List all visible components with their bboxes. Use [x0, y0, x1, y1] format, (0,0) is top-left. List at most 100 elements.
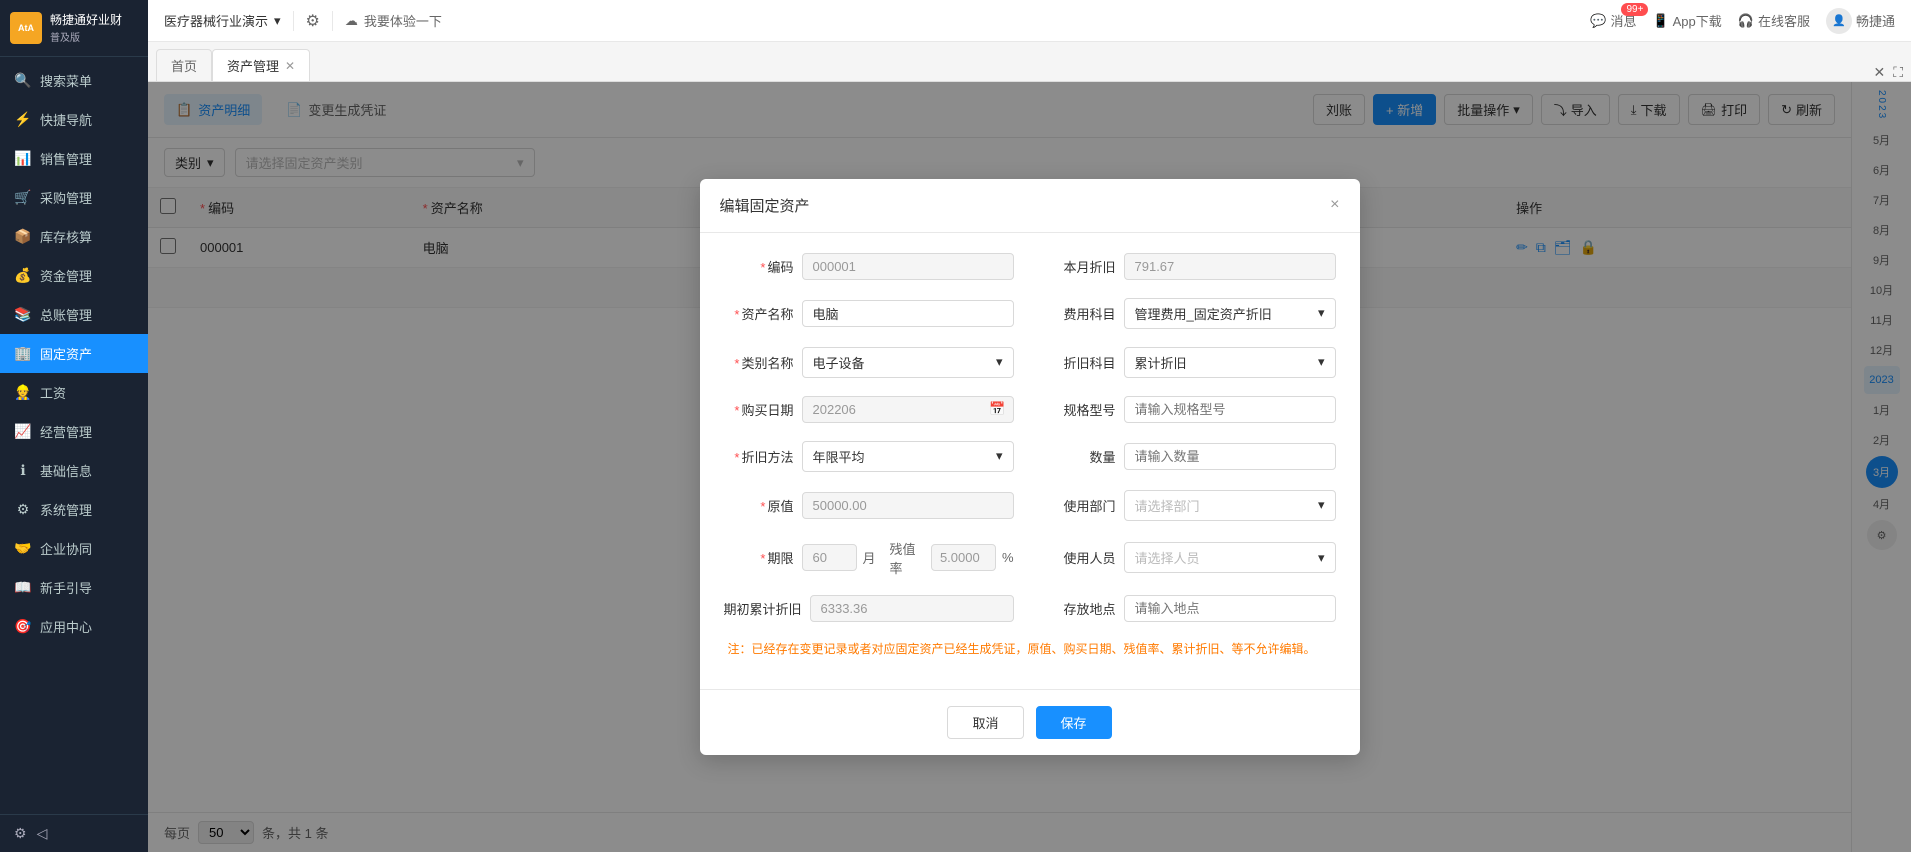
sidebar-item-quicknav[interactable]: ⚡ 快捷导航: [0, 100, 148, 139]
form-item-quantity: 数量: [1046, 441, 1336, 472]
sidebar-item-purchase[interactable]: 🛒 采购管理: [0, 178, 148, 217]
sidebar-nav: 🔍 搜索菜单 ⚡ 快捷导航 📊 销售管理 🛒 采购管理 📦 库存核算 💰 资金管…: [0, 57, 148, 814]
modal-header: 编辑固定资产 ×: [700, 179, 1360, 233]
book-icon: 📚: [14, 306, 32, 324]
chart-icon: 📊: [14, 150, 32, 168]
page-content: 📋 资产明细 📄 变更生成凭证 刘账 + 新增: [148, 82, 1911, 852]
sidebar-item-search[interactable]: 🔍 搜索菜单: [0, 61, 148, 100]
monthly-dep-input: [1124, 253, 1336, 280]
user-label: 使用人员: [1046, 548, 1116, 567]
dep-method-select[interactable]: 年限平均 ▾: [802, 441, 1014, 472]
tabbar-right: ✕ ⛶: [1865, 64, 1911, 81]
form-row-4: *购买日期 📅 规格型号: [724, 396, 1336, 423]
sidebar-item-label: 快捷导航: [40, 110, 92, 129]
modal-note: 注：已经存在变更记录或者对应固定资产已经生成凭证，原值、购买日期、残值率、累计折…: [724, 640, 1336, 669]
asset-name-input[interactable]: [802, 300, 1014, 327]
customer-service-btn[interactable]: 🎧 在线客服: [1738, 11, 1810, 30]
settings-bottom-icon[interactable]: ⚙: [14, 825, 27, 842]
app-download-btn[interactable]: 📱 App下载: [1652, 11, 1721, 30]
cart-icon: 🛒: [14, 189, 32, 207]
user-profile-btn[interactable]: 👤 畅捷通: [1826, 8, 1895, 34]
sidebar-item-label: 基础信息: [40, 461, 92, 480]
form-item-asset-name: *资产名称: [724, 298, 1014, 329]
category-select[interactable]: 电子设备 ▾: [802, 347, 1014, 378]
tab-asset-management[interactable]: 资产管理 ✕: [212, 49, 310, 81]
collapse-icon[interactable]: ◁: [37, 825, 48, 842]
form-row-8: 期初累计折旧 存放地点: [724, 595, 1336, 622]
window-expand-icon[interactable]: ⛶: [1893, 64, 1903, 81]
rate-unit: %: [1002, 550, 1014, 565]
spec-input[interactable]: [1124, 396, 1336, 423]
window-close-icon[interactable]: ✕: [1873, 64, 1885, 81]
form-item-location: 存放地点: [1046, 595, 1336, 622]
building-icon: 🏢: [14, 345, 32, 363]
user-select[interactable]: 请选择人员 ▾: [1124, 542, 1336, 573]
form-item-category: *类别名称 电子设备 ▾: [724, 347, 1014, 378]
feedback-btn[interactable]: ☁ 我要体验一下: [345, 11, 442, 30]
spec-label: 规格型号: [1046, 400, 1116, 419]
sidebar-item-label: 资金管理: [40, 266, 92, 285]
chevron-down-icon10: ▾: [1318, 550, 1325, 566]
cancel-button[interactable]: 取消: [947, 706, 1023, 739]
app-edition: 普及版: [50, 29, 122, 44]
form-row-3: *类别名称 电子设备 ▾ 折旧科目 累计折旧 ▾: [724, 347, 1336, 378]
expense-account-select[interactable]: 管理费用_固定资产折旧 ▾: [1124, 298, 1336, 329]
modal-close-btn[interactable]: ×: [1330, 196, 1339, 214]
residual-rate-label: 残值率: [890, 539, 925, 577]
purchase-date-input[interactable]: [802, 396, 1014, 423]
form-item-dep-method: *折旧方法 年限平均 ▾: [724, 441, 1014, 472]
quantity-input[interactable]: [1124, 443, 1336, 470]
form-row-7: *期限 月 残值率 % 使用人员: [724, 539, 1336, 577]
code-input[interactable]: [802, 253, 1014, 280]
sidebar-item-system[interactable]: ⚙ 系统管理: [0, 490, 148, 529]
form-row-2: *资产名称 费用科目 管理费用_固定资产折旧 ▾: [724, 298, 1336, 329]
save-button[interactable]: 保存: [1036, 706, 1112, 739]
lightning-icon: ⚡: [14, 111, 32, 129]
form-item-expense-account: 费用科目 管理费用_固定资产折旧 ▾: [1046, 298, 1336, 329]
sidebar-item-sales[interactable]: 📊 销售管理: [0, 139, 148, 178]
modal-overlay: 编辑固定资产 × *编码 本月折旧: [148, 82, 1911, 852]
initial-dep-input: [810, 595, 1014, 622]
purchase-date-container: 📅: [802, 396, 1014, 423]
tab-close-icon[interactable]: ✕: [285, 59, 295, 73]
category-value: 电子设备: [813, 353, 865, 372]
sidebar-item-payroll[interactable]: 👷 工资: [0, 373, 148, 412]
modal-body: *编码 本月折旧 *资产名称: [700, 233, 1360, 689]
dep-method-value: 年限平均: [813, 447, 865, 466]
sidebar-item-label: 库存核算: [40, 227, 92, 246]
sidebar-item-app-center[interactable]: 🎯 应用中心: [0, 607, 148, 646]
dep-account-select[interactable]: 累计折旧 ▾: [1124, 347, 1336, 378]
chevron-down-icon6: ▾: [996, 354, 1003, 370]
sidebar-item-basic-info[interactable]: ℹ 基础信息: [0, 451, 148, 490]
worker-icon: 👷: [14, 384, 32, 402]
feedback-label: 我要体验一下: [364, 11, 442, 30]
sidebar-bottom: ⚙ ◁: [0, 814, 148, 852]
sidebar-item-collab[interactable]: 🤝 企业协同: [0, 529, 148, 568]
sidebar-item-label: 搜索菜单: [40, 71, 92, 90]
chevron-down-icon: ▾: [274, 13, 281, 29]
sidebar-item-finance[interactable]: 💰 资金管理: [0, 256, 148, 295]
location-input[interactable]: [1124, 595, 1336, 622]
category-label2: *类别名称: [724, 353, 794, 372]
sidebar-item-inventory[interactable]: 📦 库存核算: [0, 217, 148, 256]
project-selector[interactable]: 医疗器械行业演示 ▾: [164, 11, 281, 30]
tabbar: 首页 资产管理 ✕ ✕ ⛶: [148, 42, 1911, 82]
sidebar-item-fixed-assets[interactable]: 🏢 固定资产: [0, 334, 148, 373]
tab-home[interactable]: 首页: [156, 49, 212, 81]
expense-account-value: 管理费用_固定资产折旧: [1135, 304, 1272, 323]
sidebar-item-ledger[interactable]: 📚 总账管理: [0, 295, 148, 334]
sidebar-item-guide[interactable]: 📖 新手引导: [0, 568, 148, 607]
service-label: 在线客服: [1758, 11, 1810, 30]
form-row-1: *编码 本月折旧: [724, 253, 1336, 280]
user-placeholder: 请选择人员: [1135, 548, 1200, 567]
sidebar-item-label: 采购管理: [40, 188, 92, 207]
sidebar: AtA 畅捷通好业财 普及版 🔍 搜索菜单 ⚡ 快捷导航 📊 销售管理 🛒 采购…: [0, 0, 148, 852]
form-row-6: *原值 使用部门 请选择部门 ▾: [724, 490, 1336, 521]
department-select[interactable]: 请选择部门 ▾: [1124, 490, 1336, 521]
app-label: App下载: [1673, 11, 1722, 30]
topbar-settings-icon[interactable]: ⚙: [306, 11, 320, 31]
chevron-down-icon7: ▾: [1318, 354, 1325, 370]
sidebar-item-label: 企业协同: [40, 539, 92, 558]
message-btn[interactable]: 💬 消息 99+: [1590, 11, 1636, 30]
sidebar-item-operations[interactable]: 📈 经营管理: [0, 412, 148, 451]
